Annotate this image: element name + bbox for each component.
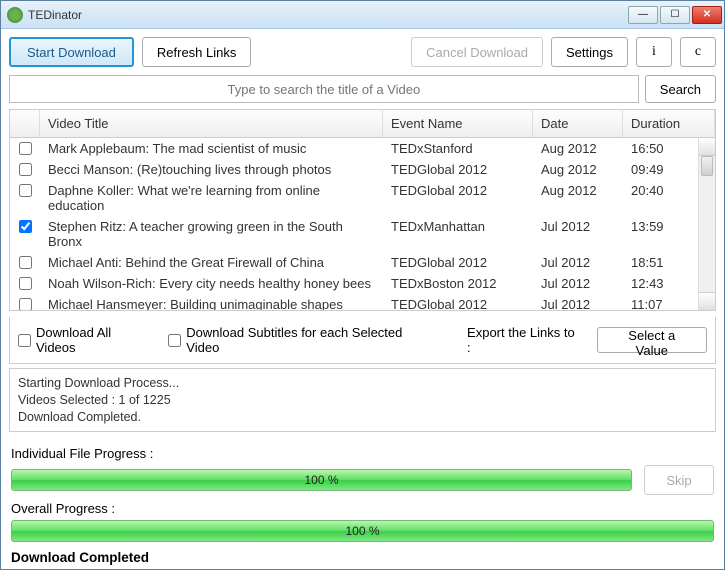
status-text: Download Completed xyxy=(11,550,714,565)
cell-event: TEDxManhattan xyxy=(383,219,533,234)
individual-progress-text: 100 % xyxy=(12,470,631,490)
download-subs-input[interactable] xyxy=(168,334,181,347)
cell-date: Aug 2012 xyxy=(533,141,623,156)
row-checkbox[interactable] xyxy=(19,142,32,155)
cell-event: TEDGlobal 2012 xyxy=(383,297,533,310)
info-button[interactable]: i xyxy=(636,37,672,67)
cancel-download-button: Cancel Download xyxy=(411,37,543,67)
cell-title: Mark Applebaum: The mad scientist of mus… xyxy=(40,141,383,156)
log-box: Starting Download Process... Videos Sele… xyxy=(9,368,716,432)
overall-progress-text: 100 % xyxy=(12,521,713,541)
export-label: Export the Links to : xyxy=(467,325,579,355)
cell-title: Noah Wilson-Rich: Every city needs healt… xyxy=(40,276,383,291)
table-row[interactable]: Michael Hansmeyer: Building unimaginable… xyxy=(10,294,715,310)
vertical-scrollbar[interactable] xyxy=(698,138,715,310)
window-controls: — ☐ ✕ xyxy=(628,6,724,24)
cell-date: Jul 2012 xyxy=(533,219,623,234)
toolbar: Start Download Refresh Links Cancel Down… xyxy=(1,29,724,75)
col-checkbox xyxy=(10,110,40,137)
cell-event: TEDGlobal 2012 xyxy=(383,183,533,198)
col-date[interactable]: Date xyxy=(533,110,623,137)
download-subs-checkbox[interactable]: Download Subtitles for each Selected Vid… xyxy=(168,325,431,355)
table-row[interactable]: Michael Anti: Behind the Great Firewall … xyxy=(10,252,715,273)
cell-date: Jul 2012 xyxy=(533,297,623,310)
video-table: Video Title Event Name Date Duration Mar… xyxy=(9,109,716,311)
cell-date: Jul 2012 xyxy=(533,276,623,291)
row-checkbox[interactable] xyxy=(19,277,32,290)
refresh-links-button[interactable]: Refresh Links xyxy=(142,37,251,67)
download-all-checkbox[interactable]: Download All Videos xyxy=(18,325,150,355)
overall-progress-label: Overall Progress : xyxy=(11,501,714,516)
individual-progress-row: 100 % Skip xyxy=(11,465,714,495)
minimize-button[interactable]: — xyxy=(628,6,658,24)
table-body: Mark Applebaum: The mad scientist of mus… xyxy=(10,138,715,310)
table-row[interactable]: Stephen Ritz: A teacher growing green in… xyxy=(10,216,715,252)
log-line: Starting Download Process... xyxy=(18,375,707,392)
titlebar[interactable]: TEDinator — ☐ ✕ xyxy=(1,1,724,29)
row-checkbox[interactable] xyxy=(19,256,32,269)
row-checkbox[interactable] xyxy=(19,220,32,233)
start-download-button[interactable]: Start Download xyxy=(9,37,134,67)
credits-button[interactable]: c xyxy=(680,37,716,67)
scrollbar-thumb[interactable] xyxy=(701,156,713,176)
close-button[interactable]: ✕ xyxy=(692,6,722,24)
table-row[interactable]: Daphne Koller: What we're learning from … xyxy=(10,180,715,216)
options-bar: Download All Videos Download Subtitles f… xyxy=(9,317,716,364)
export-select-button[interactable]: Select a Value xyxy=(597,327,707,353)
maximize-button[interactable]: ☐ xyxy=(660,6,690,24)
app-window: TEDinator — ☐ ✕ Start Download Refresh L… xyxy=(0,0,725,570)
table-row[interactable]: Mark Applebaum: The mad scientist of mus… xyxy=(10,138,715,159)
cell-date: Aug 2012 xyxy=(533,183,623,198)
overall-progress-row: 100 % xyxy=(11,520,714,542)
row-checkbox[interactable] xyxy=(19,184,32,197)
settings-button[interactable]: Settings xyxy=(551,37,628,67)
log-line: Download Completed. xyxy=(18,409,707,426)
table-row[interactable]: Noah Wilson-Rich: Every city needs healt… xyxy=(10,273,715,294)
cell-title: Becci Manson: (Re)touching lives through… xyxy=(40,162,383,177)
overall-progress-bar: 100 % xyxy=(11,520,714,542)
app-icon xyxy=(7,7,23,23)
individual-progress-label: Individual File Progress : xyxy=(11,446,714,461)
cell-event: TEDGlobal 2012 xyxy=(383,162,533,177)
cell-title: Stephen Ritz: A teacher growing green in… xyxy=(40,219,383,249)
cell-title: Michael Anti: Behind the Great Firewall … xyxy=(40,255,383,270)
individual-progress-bar: 100 % xyxy=(11,469,632,491)
cell-event: TEDGlobal 2012 xyxy=(383,255,533,270)
row-checkbox[interactable] xyxy=(19,163,32,176)
cell-date: Jul 2012 xyxy=(533,255,623,270)
search-button[interactable]: Search xyxy=(645,75,716,103)
col-event[interactable]: Event Name xyxy=(383,110,533,137)
search-input[interactable] xyxy=(9,75,639,103)
cell-title: Daphne Koller: What we're learning from … xyxy=(40,183,383,213)
cell-event: TEDxBoston 2012 xyxy=(383,276,533,291)
col-title[interactable]: Video Title xyxy=(40,110,383,137)
table-row[interactable]: Becci Manson: (Re)touching lives through… xyxy=(10,159,715,180)
col-duration[interactable]: Duration xyxy=(623,110,715,137)
table-header: Video Title Event Name Date Duration xyxy=(10,110,715,138)
skip-button: Skip xyxy=(644,465,714,495)
row-checkbox[interactable] xyxy=(19,298,32,310)
log-line: Videos Selected : 1 of 1225 xyxy=(18,392,707,409)
cell-title: Michael Hansmeyer: Building unimaginable… xyxy=(40,297,383,310)
download-all-input[interactable] xyxy=(18,334,31,347)
app-title: TEDinator xyxy=(28,8,628,22)
cell-date: Aug 2012 xyxy=(533,162,623,177)
search-row: Search xyxy=(1,75,724,109)
cell-event: TEDxStanford xyxy=(383,141,533,156)
